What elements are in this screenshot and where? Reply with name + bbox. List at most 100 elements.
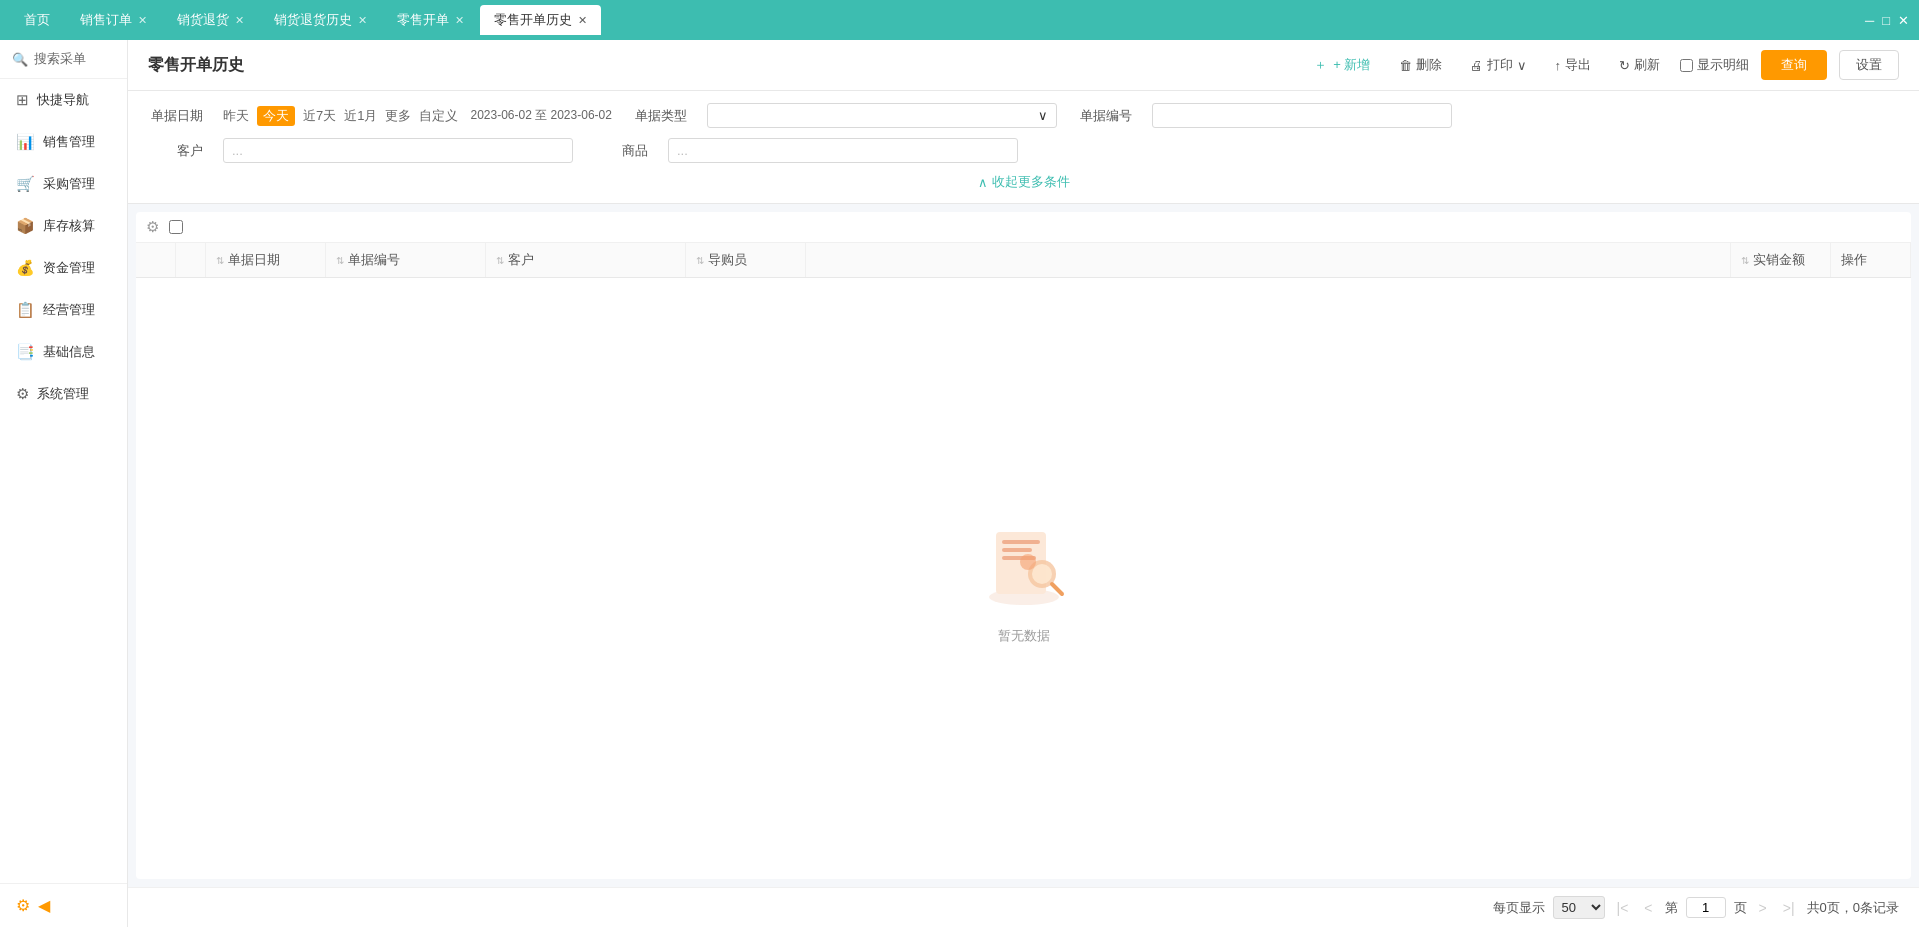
sidebar-item-operation[interactable]: 📋 经营管理 bbox=[0, 289, 127, 331]
tab-home[interactable]: 首页 bbox=[10, 5, 64, 35]
add-button[interactable]: ＋ + 新增 bbox=[1306, 52, 1378, 78]
tab-sales-order-close[interactable]: ✕ bbox=[138, 14, 147, 27]
search-icon: 🔍 bbox=[12, 52, 28, 67]
refresh-button[interactable]: ↻ 刷新 bbox=[1611, 52, 1668, 78]
th-customer-sort-icon[interactable]: ⇅ bbox=[496, 255, 504, 266]
th-customer: ⇅ 客户 bbox=[486, 243, 686, 277]
sidebar-search[interactable]: 🔍 搜索采单 bbox=[0, 40, 127, 79]
svg-point-8 bbox=[1020, 554, 1036, 570]
date-today[interactable]: 今天 bbox=[257, 106, 295, 126]
tab-sales-order[interactable]: 销售订单 ✕ bbox=[66, 5, 161, 35]
operation-icon: 📋 bbox=[16, 301, 35, 319]
tab-retail-open[interactable]: 零售开单 ✕ bbox=[383, 5, 478, 35]
date-1month[interactable]: 近1月 bbox=[344, 107, 377, 125]
collapse-btn-text: 收起更多条件 bbox=[992, 173, 1070, 191]
customer-value: ... bbox=[232, 143, 243, 158]
th-checkbox bbox=[176, 243, 206, 277]
tab-sales-return-history[interactable]: 销货退货历史 ✕ bbox=[260, 5, 381, 35]
select-all-checkbox[interactable] bbox=[169, 220, 183, 234]
sidebar-item-purchase[interactable]: 🛒 采购管理 bbox=[0, 163, 127, 205]
sidebar-item-quick-nav-label: 快捷导航 bbox=[37, 91, 89, 109]
sidebar-item-sales[interactable]: 📊 销售管理 bbox=[0, 121, 127, 163]
sales-icon: 📊 bbox=[16, 133, 35, 151]
sidebar-item-quick-nav[interactable]: ⊞ 快捷导航 bbox=[0, 79, 127, 121]
date-more[interactable]: 更多 bbox=[385, 107, 411, 125]
date-custom[interactable]: 自定义 bbox=[419, 107, 458, 125]
customer-label: 客户 bbox=[148, 142, 203, 160]
page-title: 零售开单历史 bbox=[148, 55, 244, 76]
goods-select[interactable]: ... bbox=[668, 138, 1018, 163]
page-header: 零售开单历史 ＋ + 新增 🗑 删除 🖨 打印 ∨ ↑ 导出 bbox=[128, 40, 1919, 91]
filter-row-1: 单据日期 昨天 今天 近7天 近1月 更多 自定义 2023-06-02 至 2… bbox=[148, 103, 1899, 128]
prev-page-btn[interactable]: < bbox=[1640, 898, 1656, 918]
bill-type-label: 单据类型 bbox=[632, 107, 687, 125]
tab-sales-return[interactable]: 销货退货 ✕ bbox=[163, 5, 258, 35]
sidebar-item-basic-info-label: 基础信息 bbox=[43, 343, 95, 361]
show-detail-checkbox[interactable] bbox=[1680, 59, 1693, 72]
minimize-btn[interactable]: ─ bbox=[1865, 13, 1874, 28]
export-button[interactable]: ↑ 导出 bbox=[1547, 52, 1600, 78]
add-icon: ＋ bbox=[1314, 56, 1327, 74]
collapse-button[interactable]: ∧ 收起更多条件 bbox=[978, 173, 1070, 191]
tab-retail-history-label: 零售开单历史 bbox=[494, 11, 572, 29]
window-controls: ─ □ ✕ bbox=[1865, 13, 1909, 28]
sidebar-item-purchase-label: 采购管理 bbox=[43, 175, 95, 193]
sidebar-item-system[interactable]: ⚙ 系统管理 bbox=[0, 373, 127, 415]
content-area: 零售开单历史 ＋ + 新增 🗑 删除 🖨 打印 ∨ ↑ 导出 bbox=[128, 40, 1919, 927]
th-amount-sort-icon[interactable]: ⇅ bbox=[1741, 255, 1749, 266]
svg-point-6 bbox=[1032, 564, 1052, 584]
th-date-sort-icon[interactable]: ⇅ bbox=[216, 255, 224, 266]
maximize-btn[interactable]: □ bbox=[1882, 13, 1890, 28]
collapse-sidebar-icon[interactable]: ◀ bbox=[38, 896, 50, 915]
tab-retail-open-label: 零售开单 bbox=[397, 11, 449, 29]
date-yesterday[interactable]: 昨天 bbox=[223, 107, 249, 125]
svg-line-7 bbox=[1052, 584, 1062, 594]
page-suffix-label: 页 bbox=[1734, 899, 1747, 917]
th-guide-sort-icon[interactable]: ⇅ bbox=[696, 255, 704, 266]
settings-bottom-icon[interactable]: ⚙ bbox=[16, 896, 30, 915]
bill-type-chevron-icon: ∨ bbox=[1038, 108, 1048, 123]
tab-bar: 首页 销售订单 ✕ 销货退货 ✕ 销货退货历史 ✕ 零售开单 ✕ 零售开单历史 … bbox=[0, 0, 1919, 40]
collapse-row: ∧ 收起更多条件 bbox=[148, 173, 1899, 191]
setting-button[interactable]: 设置 bbox=[1839, 50, 1899, 80]
tab-sales-return-close[interactable]: ✕ bbox=[235, 14, 244, 27]
refresh-icon: ↻ bbox=[1619, 58, 1630, 73]
tab-retail-history[interactable]: 零售开单历史 ✕ bbox=[480, 5, 601, 35]
delete-icon: 🗑 bbox=[1399, 58, 1412, 73]
page-input[interactable] bbox=[1686, 897, 1726, 918]
next-page-btn[interactable]: > bbox=[1755, 898, 1771, 918]
sidebar-item-finance-label: 资金管理 bbox=[43, 259, 95, 277]
delete-button[interactable]: 🗑 删除 bbox=[1391, 52, 1450, 78]
customer-select[interactable]: ... bbox=[223, 138, 573, 163]
show-detail-text: 显示明细 bbox=[1697, 56, 1749, 74]
date-7days[interactable]: 近7天 bbox=[303, 107, 336, 125]
tab-retail-open-close[interactable]: ✕ bbox=[455, 14, 464, 27]
sidebar-item-basic-info[interactable]: 📑 基础信息 bbox=[0, 331, 127, 373]
tab-sales-return-label: 销货退货 bbox=[177, 11, 229, 29]
per-page-label: 每页显示 bbox=[1493, 899, 1545, 917]
sidebar-item-inventory[interactable]: 📦 库存核算 bbox=[0, 205, 127, 247]
empty-illustration bbox=[974, 512, 1074, 615]
per-page-select[interactable]: 50 10 20 100 bbox=[1553, 896, 1605, 919]
bill-type-select[interactable]: ∨ bbox=[707, 103, 1057, 128]
th-bill-no-sort-icon[interactable]: ⇅ bbox=[336, 255, 344, 266]
sidebar-item-operation-label: 经营管理 bbox=[43, 301, 95, 319]
close-btn[interactable]: ✕ bbox=[1898, 13, 1909, 28]
last-page-btn[interactable]: >| bbox=[1779, 898, 1799, 918]
tab-sales-return-history-close[interactable]: ✕ bbox=[358, 14, 367, 27]
first-page-btn[interactable]: |< bbox=[1613, 898, 1633, 918]
page-prefix-label: 第 bbox=[1665, 899, 1678, 917]
svg-rect-2 bbox=[1002, 540, 1040, 544]
page-total: 共0页，0条记录 bbox=[1807, 899, 1899, 917]
sidebar-item-finance[interactable]: 💰 资金管理 bbox=[0, 247, 127, 289]
main-layout: 🔍 搜索采单 ⊞ 快捷导航 📊 销售管理 🛒 采购管理 📦 库存核算 💰 资金管… bbox=[0, 40, 1919, 927]
pagination: 每页显示 50 10 20 100 |< < 第 页 > >| 共0页，0条记录 bbox=[128, 887, 1919, 927]
date-options: 昨天 今天 近7天 近1月 更多 自定义 2023-06-02 至 2023-0… bbox=[223, 106, 612, 126]
query-button[interactable]: 查询 bbox=[1761, 50, 1827, 80]
table-settings-icon[interactable]: ⚙ bbox=[146, 218, 159, 236]
bill-no-input[interactable] bbox=[1152, 103, 1452, 128]
purchase-icon: 🛒 bbox=[16, 175, 35, 193]
print-button[interactable]: 🖨 打印 ∨ bbox=[1462, 52, 1535, 78]
sidebar: 🔍 搜索采单 ⊞ 快捷导航 📊 销售管理 🛒 采购管理 📦 库存核算 💰 资金管… bbox=[0, 40, 128, 927]
tab-retail-history-close[interactable]: ✕ bbox=[578, 14, 587, 27]
